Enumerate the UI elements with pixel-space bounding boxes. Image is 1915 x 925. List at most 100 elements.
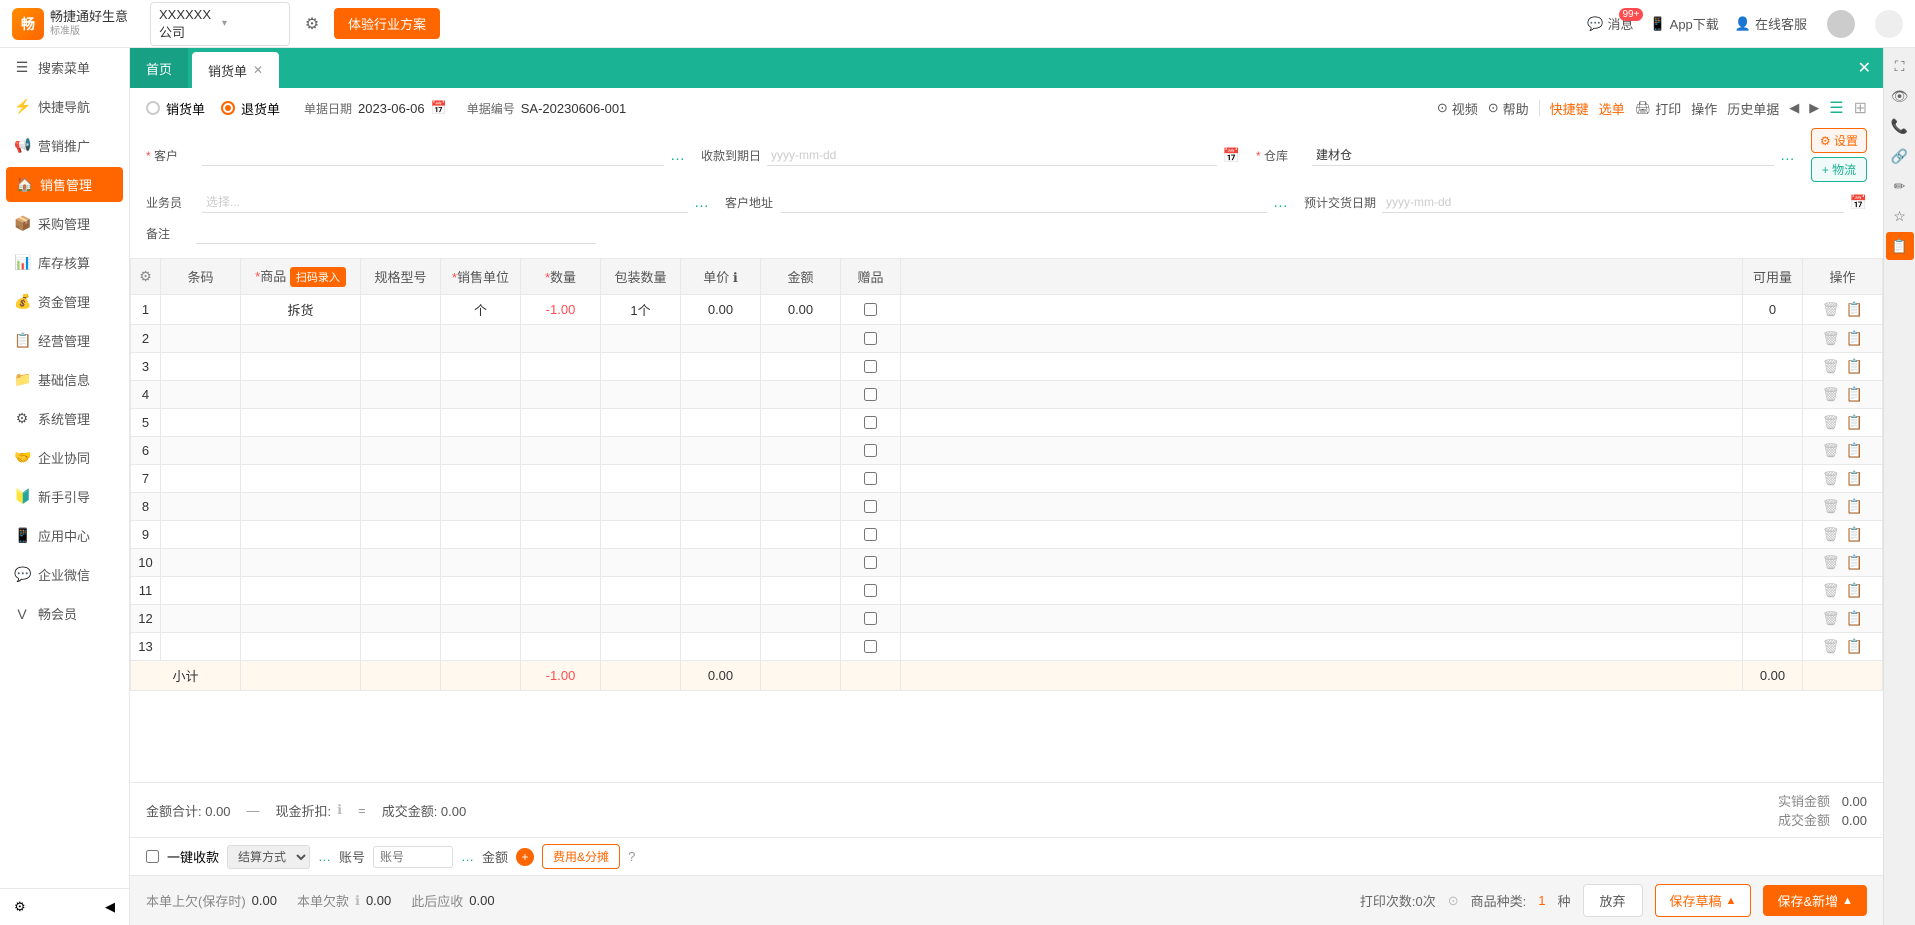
barcode-cell-1[interactable] bbox=[167, 303, 234, 317]
rt-action[interactable]: 📋 bbox=[1886, 232, 1914, 260]
shortcut-btn[interactable]: 快捷键 bbox=[1550, 99, 1589, 118]
sidebar-item-enterprise[interactable]: 🤝 企业协同 bbox=[0, 438, 129, 477]
rt-link[interactable]: 🔗 bbox=[1886, 142, 1914, 170]
tab-home[interactable]: 首页 bbox=[130, 48, 188, 88]
fee-split-button[interactable]: 费用&分摊 bbox=[542, 844, 620, 869]
delete-icon-4[interactable]: 🗑 bbox=[1822, 386, 1840, 403]
sidebar-settings-icon[interactable]: ⚙ bbox=[14, 899, 26, 915]
help-btn[interactable]: ⊙ 帮助 bbox=[1488, 99, 1529, 118]
gift-checkbox-7[interactable] bbox=[864, 472, 877, 485]
settings-icon[interactable]: ⚙ bbox=[298, 10, 326, 38]
copy-icon-7[interactable]: 📋 bbox=[1846, 470, 1863, 487]
logistics-button[interactable]: + 物流 bbox=[1811, 157, 1867, 182]
app-download-btn[interactable]: 📱 App下载 bbox=[1649, 14, 1718, 33]
history-help-icon[interactable]: ℹ bbox=[355, 893, 360, 909]
delete-icon-5[interactable]: 🗑 bbox=[1822, 414, 1840, 431]
calendar3-icon[interactable]: 📅 bbox=[1850, 194, 1867, 211]
delete-icon-11[interactable]: 🗑 bbox=[1822, 582, 1840, 599]
gift-checkbox-1[interactable] bbox=[864, 303, 877, 316]
gift-checkbox-2[interactable] bbox=[864, 332, 877, 345]
sidebar-item-wechat[interactable]: 💬 企业微信 bbox=[0, 555, 129, 594]
col-settings-header[interactable]: ⚙ bbox=[131, 259, 161, 295]
gift-checkbox-9[interactable] bbox=[864, 528, 877, 541]
nav-prev-icon[interactable]: ◀ bbox=[1789, 100, 1799, 116]
gift-checkbox-11[interactable] bbox=[864, 584, 877, 597]
sidebar-item-purchase[interactable]: 📦 采购管理 bbox=[0, 204, 129, 243]
bank-dots[interactable]: … bbox=[461, 849, 474, 864]
form-settings-button[interactable]: ⚙ 设置 bbox=[1811, 128, 1867, 153]
delete-icon-13[interactable]: 🗑 bbox=[1822, 638, 1840, 655]
rt-phone[interactable]: 📞 bbox=[1886, 112, 1914, 140]
rt-star[interactable]: ☆ bbox=[1886, 202, 1914, 230]
payment-due-input[interactable] bbox=[767, 145, 1217, 166]
customer-input[interactable] bbox=[202, 145, 664, 166]
sidebar-item-inventory[interactable]: 📊 库存核算 bbox=[0, 243, 129, 282]
tab-close-icon[interactable]: ✕ bbox=[253, 63, 263, 77]
salesperson-dots[interactable]: … bbox=[694, 195, 709, 210]
delete-icon-6[interactable]: 🗑 bbox=[1822, 442, 1840, 459]
remark-input[interactable] bbox=[196, 223, 596, 244]
copy-icon-2[interactable]: 📋 bbox=[1846, 330, 1863, 347]
gift-checkbox-10[interactable] bbox=[864, 556, 877, 569]
copy-icon-10[interactable]: 📋 bbox=[1846, 554, 1863, 571]
delete-icon-9[interactable]: 🗑 bbox=[1822, 526, 1840, 543]
gift-checkbox-3[interactable] bbox=[864, 360, 877, 373]
scan-button[interactable]: 扫码录入 bbox=[290, 267, 346, 287]
tab-close-all[interactable]: ✕ bbox=[1858, 58, 1883, 78]
gift-checkbox-6[interactable] bbox=[864, 444, 877, 457]
copy-icon-3[interactable]: 📋 bbox=[1846, 358, 1863, 375]
sidebar-item-marketing[interactable]: 📢 营销推广 bbox=[0, 126, 129, 165]
customer-address-input[interactable] bbox=[781, 192, 1267, 213]
sidebar-item-system[interactable]: ⚙ 系统管理 bbox=[0, 399, 129, 438]
sidebar-item-vip[interactable]: V 畅会员 bbox=[0, 594, 129, 633]
discard-button[interactable]: 放弃 bbox=[1583, 884, 1643, 917]
delete-icon-1[interactable]: 🗑 bbox=[1822, 301, 1840, 318]
nav-next-icon[interactable]: ▶ bbox=[1809, 100, 1819, 116]
avatar-secondary[interactable] bbox=[1875, 10, 1903, 38]
gift-checkbox-12[interactable] bbox=[864, 612, 877, 625]
delete-icon-10[interactable]: 🗑 bbox=[1822, 554, 1840, 571]
sidebar-item-search[interactable]: ☰ 搜索菜单 bbox=[0, 48, 129, 87]
gift-checkbox-13[interactable] bbox=[864, 640, 877, 653]
history-btn[interactable]: 历史单据 bbox=[1727, 99, 1779, 118]
sidebar-item-appcenter[interactable]: 📱 应用中心 bbox=[0, 516, 129, 555]
goods-type-icon[interactable]: ⊙ bbox=[1448, 893, 1459, 909]
sidebar-collapse-icon[interactable]: ◀ bbox=[105, 899, 115, 915]
calendar-icon[interactable]: 📅 bbox=[431, 100, 447, 116]
copy-icon-13[interactable]: 📋 bbox=[1846, 638, 1863, 655]
delete-icon-3[interactable]: 🗑 bbox=[1822, 358, 1840, 375]
message-btn[interactable]: 💬 消息 99+ bbox=[1587, 14, 1633, 33]
rt-eye[interactable]: 👁 bbox=[1886, 82, 1914, 110]
sidebar-item-quick-nav[interactable]: ⚡ 快捷导航 bbox=[0, 87, 129, 126]
copy-icon-6[interactable]: 📋 bbox=[1846, 442, 1863, 459]
sidebar-item-sales[interactable]: 🏠 销售管理 bbox=[6, 167, 123, 202]
sidebar-item-guide[interactable]: 🔰 新手引导 bbox=[0, 477, 129, 516]
warehouse-dots[interactable]: … bbox=[1780, 148, 1795, 163]
company-selector[interactable]: XXXXXX公司 ▾ bbox=[150, 2, 290, 46]
sidebar-item-basic[interactable]: 📁 基础信息 bbox=[0, 360, 129, 399]
bank-account-input[interactable] bbox=[373, 846, 453, 868]
expected-delivery-input[interactable] bbox=[1382, 192, 1844, 213]
gift-checkbox-8[interactable] bbox=[864, 500, 877, 513]
calendar2-icon[interactable]: 📅 bbox=[1223, 147, 1240, 164]
cash-discount-help[interactable]: ℹ bbox=[337, 802, 342, 818]
rt-edit[interactable]: ✏ bbox=[1886, 172, 1914, 200]
delete-icon-12[interactable]: 🗑 bbox=[1822, 610, 1840, 627]
grid-view-icon[interactable]: ⊞ bbox=[1854, 98, 1867, 118]
customer-dots[interactable]: … bbox=[670, 148, 685, 163]
gift-checkbox-5[interactable] bbox=[864, 416, 877, 429]
gift-checkbox-4[interactable] bbox=[864, 388, 877, 401]
print-btn[interactable]: 🖨 打印 bbox=[1635, 99, 1682, 118]
tab-sales-order[interactable]: 销货单 ✕ bbox=[192, 52, 279, 88]
trial-button[interactable]: 体验行业方案 bbox=[334, 8, 440, 39]
save-draft-button[interactable]: 保存草稿 ▲ bbox=[1655, 884, 1752, 917]
settlement-method-select[interactable]: 结算方式 bbox=[227, 845, 310, 869]
save-new-button[interactable]: 保存&新增 ▲ bbox=[1763, 885, 1867, 916]
video-btn[interactable]: ⊙ 视频 bbox=[1437, 99, 1478, 118]
copy-icon-11[interactable]: 📋 bbox=[1846, 582, 1863, 599]
copy-icon-9[interactable]: 📋 bbox=[1846, 526, 1863, 543]
warehouse-input[interactable] bbox=[1312, 145, 1774, 166]
rt-fullscreen[interactable]: ⛶ bbox=[1886, 52, 1914, 80]
online-service-btn[interactable]: 👤 在线客服 bbox=[1735, 14, 1807, 33]
delete-icon-8[interactable]: 🗑 bbox=[1822, 498, 1840, 515]
